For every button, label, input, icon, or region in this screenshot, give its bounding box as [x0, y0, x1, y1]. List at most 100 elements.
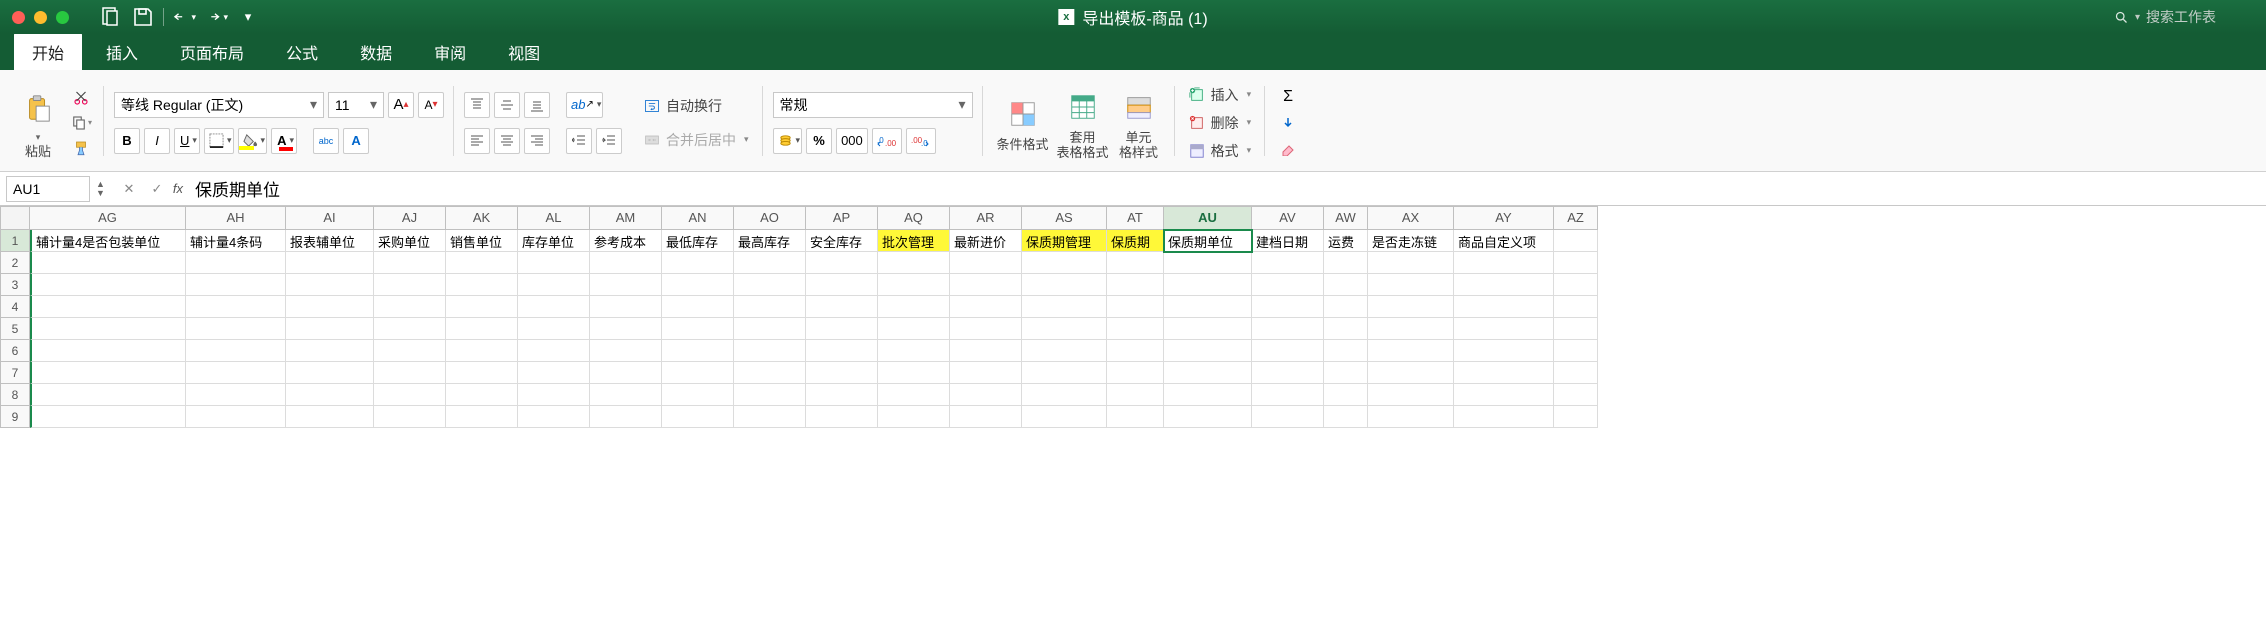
cell-AT7[interactable]	[1107, 362, 1164, 384]
cell-AZ1[interactable]	[1554, 230, 1598, 252]
cell-AL3[interactable]	[518, 274, 590, 296]
spreadsheet-grid[interactable]: AGAHAIAJAKALAMANAOAPAQARASATAUAVAWAXAYAZ…	[0, 206, 2266, 428]
increase-indent-icon[interactable]	[596, 128, 622, 154]
cell-AU8[interactable]	[1164, 384, 1252, 406]
cell-AJ4[interactable]	[374, 296, 446, 318]
cell-AS5[interactable]	[1022, 318, 1107, 340]
wrap-text-button[interactable]: 自动换行	[640, 94, 753, 118]
cell-AS1[interactable]: 保质期管理	[1022, 230, 1107, 252]
cell-AT5[interactable]	[1107, 318, 1164, 340]
cell-AG9[interactable]	[30, 406, 186, 428]
cell-AX5[interactable]	[1368, 318, 1454, 340]
cell-AR3[interactable]	[950, 274, 1022, 296]
cell-AW5[interactable]	[1324, 318, 1368, 340]
cell-AZ5[interactable]	[1554, 318, 1598, 340]
cell-AX4[interactable]	[1368, 296, 1454, 318]
col-header-AW[interactable]: AW	[1324, 206, 1368, 230]
formula-input[interactable]	[191, 179, 2266, 199]
cell-AP3[interactable]	[806, 274, 878, 296]
cell-AH4[interactable]	[186, 296, 286, 318]
align-middle-icon[interactable]	[494, 92, 520, 118]
cell-AP1[interactable]: 安全库存	[806, 230, 878, 252]
cell-AS6[interactable]	[1022, 340, 1107, 362]
cell-AH1[interactable]: 辅计量4条码	[186, 230, 286, 252]
decrease-decimal-icon[interactable]: .00.0	[906, 128, 936, 154]
search-box[interactable]: ▾	[2114, 9, 2256, 25]
cut-icon[interactable]	[68, 87, 94, 109]
cell-AR5[interactable]	[950, 318, 1022, 340]
col-header-AV[interactable]: AV	[1252, 206, 1324, 230]
zoom-window[interactable]	[56, 11, 69, 24]
cell-AX2[interactable]	[1368, 252, 1454, 274]
cell-AU9[interactable]	[1164, 406, 1252, 428]
cancel-formula-icon[interactable]: ✕	[115, 181, 143, 197]
cell-AK4[interactable]	[446, 296, 518, 318]
cell-AY6[interactable]	[1454, 340, 1554, 362]
underline-button[interactable]: U▾	[174, 128, 200, 154]
cell-AT6[interactable]	[1107, 340, 1164, 362]
cell-AV7[interactable]	[1252, 362, 1324, 384]
cell-AR9[interactable]	[950, 406, 1022, 428]
row-header-6[interactable]: 6	[0, 340, 30, 362]
cell-AP9[interactable]	[806, 406, 878, 428]
cell-AG4[interactable]	[30, 296, 186, 318]
cell-AQ2[interactable]	[878, 252, 950, 274]
select-all-corner[interactable]	[0, 206, 30, 230]
redo-icon[interactable]: ▾	[204, 5, 228, 29]
cell-AU3[interactable]	[1164, 274, 1252, 296]
cell-AY4[interactable]	[1454, 296, 1554, 318]
cell-AX6[interactable]	[1368, 340, 1454, 362]
cell-AY3[interactable]	[1454, 274, 1554, 296]
cell-AN2[interactable]	[662, 252, 734, 274]
name-stepper[interactable]: ▲▼	[96, 180, 105, 198]
cell-AG6[interactable]	[30, 340, 186, 362]
cell-AZ4[interactable]	[1554, 296, 1598, 318]
cell-AT2[interactable]	[1107, 252, 1164, 274]
tab-insert[interactable]: 插入	[88, 33, 156, 70]
cell-AU2[interactable]	[1164, 252, 1252, 274]
cell-AM6[interactable]	[590, 340, 662, 362]
cell-AO3[interactable]	[734, 274, 806, 296]
cell-AM1[interactable]: 参考成本	[590, 230, 662, 252]
col-header-AT[interactable]: AT	[1107, 206, 1164, 230]
cell-AZ8[interactable]	[1554, 384, 1598, 406]
phonetic-field-icon[interactable]: A	[343, 128, 369, 154]
cell-AI1[interactable]: 报表辅单位	[286, 230, 374, 252]
cell-AI8[interactable]	[286, 384, 374, 406]
cell-AT4[interactable]	[1107, 296, 1164, 318]
cell-AX1[interactable]: 是否走冻链	[1368, 230, 1454, 252]
cell-AS9[interactable]	[1022, 406, 1107, 428]
cell-AK8[interactable]	[446, 384, 518, 406]
col-header-AU[interactable]: AU	[1164, 206, 1252, 230]
cell-AR1[interactable]: 最新进价	[950, 230, 1022, 252]
orientation-icon[interactable]: ab↗▾	[566, 92, 603, 118]
borders-button[interactable]: ▾	[204, 128, 234, 154]
tab-data[interactable]: 数据	[342, 33, 410, 70]
row-header-7[interactable]: 7	[0, 362, 30, 384]
cell-AV1[interactable]: 建档日期	[1252, 230, 1324, 252]
cell-AN8[interactable]	[662, 384, 734, 406]
cell-AX7[interactable]	[1368, 362, 1454, 384]
cell-AH7[interactable]	[186, 362, 286, 384]
cell-AL7[interactable]	[518, 362, 590, 384]
col-header-AN[interactable]: AN	[662, 206, 734, 230]
font-size-combo[interactable]: 11▾	[328, 92, 384, 118]
cell-AO6[interactable]	[734, 340, 806, 362]
cell-AL2[interactable]	[518, 252, 590, 274]
col-header-AY[interactable]: AY	[1454, 206, 1554, 230]
tab-review[interactable]: 审阅	[416, 33, 484, 70]
cell-AO1[interactable]: 最高库存	[734, 230, 806, 252]
align-left-icon[interactable]	[464, 128, 490, 154]
col-header-AG[interactable]: AG	[30, 206, 186, 230]
cell-AV5[interactable]	[1252, 318, 1324, 340]
decrease-font-icon[interactable]: A▾	[418, 92, 444, 118]
cell-AN5[interactable]	[662, 318, 734, 340]
phonetic-guide-icon[interactable]: abc	[313, 128, 339, 154]
cell-AU5[interactable]	[1164, 318, 1252, 340]
format-cells-button[interactable]: 格式▾	[1185, 139, 1256, 163]
cell-AN3[interactable]	[662, 274, 734, 296]
cell-AS8[interactable]	[1022, 384, 1107, 406]
copy-icon[interactable]: ▾	[68, 112, 94, 134]
cell-AQ8[interactable]	[878, 384, 950, 406]
cell-AW6[interactable]	[1324, 340, 1368, 362]
